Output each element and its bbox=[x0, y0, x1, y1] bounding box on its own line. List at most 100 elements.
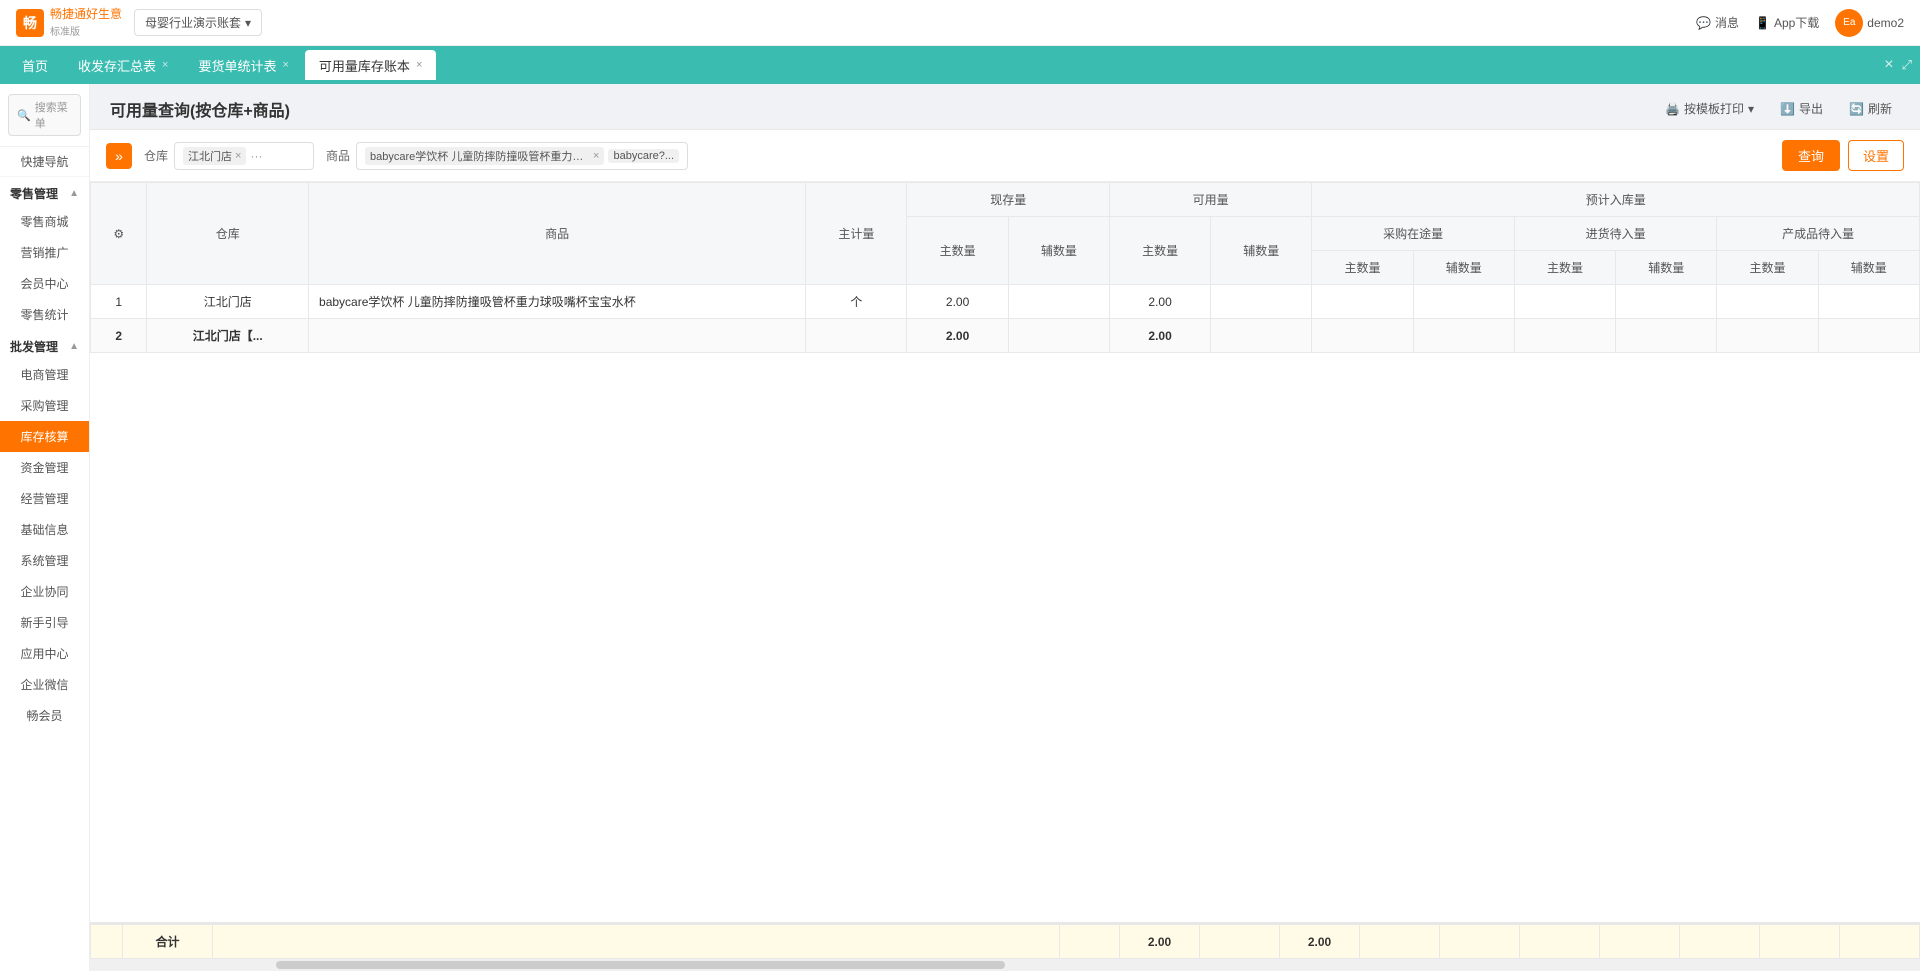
filter-area: » 仓库 江北门店 × ··· 商品 babycare学饮杯 儿童防摔防撞吸管杯… bbox=[90, 130, 1920, 182]
message-action[interactable]: 💬 消息 bbox=[1696, 14, 1739, 31]
logo-area: 畅 畅捷通好生意 标准版 bbox=[16, 7, 122, 38]
tab-receive-close[interactable]: × bbox=[162, 59, 168, 71]
filter-warehouse: 仓库 江北门店 × ··· bbox=[144, 142, 314, 170]
col-incoming-aux-header: 辅数量 bbox=[1616, 251, 1717, 285]
footer-label: 合计 bbox=[123, 925, 213, 959]
sidebar-item-quick-nav[interactable]: 快捷导航 bbox=[0, 147, 89, 177]
top-bar-left: 畅 畅捷通好生意 标准版 母婴行业演示账套 ▾ bbox=[16, 7, 262, 38]
cell-incoming-aux bbox=[1616, 319, 1717, 353]
sidebar-item-ecom[interactable]: 电商管理 bbox=[0, 359, 89, 390]
col-purchase-main-header: 主数量 bbox=[1312, 251, 1413, 285]
col-settings: ⚙ bbox=[91, 183, 147, 285]
sidebar-item-app-center[interactable]: 应用中心 bbox=[0, 638, 89, 669]
sidebar-item-system[interactable]: 系统管理 bbox=[0, 545, 89, 576]
page-header: 可用量查询(按仓库+商品) 🖨️ 按模板打印 ▾ ⬇️ 导出 🔄 刷新 bbox=[90, 84, 1920, 130]
cell-incoming-main bbox=[1514, 319, 1615, 353]
cell-index: 1 bbox=[91, 285, 147, 319]
col-main-unit-header: 主计量 bbox=[806, 183, 907, 285]
avatar: Ea bbox=[1835, 9, 1863, 37]
export-icon: ⬇️ bbox=[1780, 102, 1795, 116]
tenant-selector[interactable]: 母婴行业演示账套 ▾ bbox=[134, 9, 262, 36]
tab-receive[interactable]: 收发存汇总表 × bbox=[64, 50, 182, 80]
refresh-btn[interactable]: 🔄 刷新 bbox=[1841, 96, 1900, 121]
query-button[interactable]: 查询 bbox=[1782, 140, 1840, 171]
chevron-up-icon-2: ▲ bbox=[69, 341, 79, 352]
cell-current-main: 2.00 bbox=[907, 319, 1008, 353]
goods-input[interactable]: babycare学饮杯 儿童防摔防撞吸管杯重力球吸嘴杯宝宝水杯 × babyca… bbox=[356, 142, 688, 170]
chevron-up-icon: ▲ bbox=[69, 188, 79, 199]
logo-text: 畅捷通好生意 bbox=[50, 7, 122, 23]
sidebar: 🔍 搜索菜单 快捷导航 零售管理 ▲ 零售商城 营销推广 会员中心 零售统计 批… bbox=[0, 84, 90, 971]
sidebar-item-retail-mall[interactable]: 零售商城 bbox=[0, 206, 89, 237]
gear-icon[interactable]: ⚙ bbox=[113, 227, 124, 241]
sidebar-item-base[interactable]: 基础信息 bbox=[0, 514, 89, 545]
tab-bar-right: × ⤢ bbox=[1884, 56, 1912, 74]
search-input-trigger[interactable]: 🔍 搜索菜单 bbox=[8, 94, 81, 136]
warehouse-input[interactable]: 江北门店 × ··· bbox=[174, 142, 314, 170]
setting-button[interactable]: 设置 bbox=[1848, 140, 1904, 171]
sidebar-item-ops[interactable]: 经营管理 bbox=[0, 483, 89, 514]
filter-toggle-btn[interactable]: » bbox=[106, 143, 132, 169]
sidebar-item-enterprise[interactable]: 企业协同 bbox=[0, 576, 89, 607]
cell-purchase-aux bbox=[1413, 319, 1514, 353]
col-purchase-aux-header: 辅数量 bbox=[1413, 251, 1514, 285]
print-icon: 🖨️ bbox=[1665, 102, 1680, 116]
sidebar-item-corp-wechat[interactable]: 企业微信 bbox=[0, 669, 89, 700]
horizontal-scrollbar[interactable] bbox=[90, 959, 1920, 971]
app-download-action[interactable]: 📱 App下载 bbox=[1755, 14, 1819, 31]
sidebar-item-member[interactable]: 会员中心 bbox=[0, 268, 89, 299]
export-btn[interactable]: ⬇️ 导出 bbox=[1772, 96, 1831, 121]
sidebar-item-marketing[interactable]: 营销推广 bbox=[0, 237, 89, 268]
cell-current-main: 2.00 bbox=[907, 285, 1008, 319]
message-icon: 💬 bbox=[1696, 16, 1711, 30]
col-production-aux-header: 辅数量 bbox=[1818, 251, 1919, 285]
cell-avail-main: 2.00 bbox=[1109, 285, 1210, 319]
sidebar-item-retail-stats[interactable]: 零售统计 bbox=[0, 299, 89, 330]
cell-current-aux bbox=[1008, 319, 1109, 353]
page-header-actions: 🖨️ 按模板打印 ▾ ⬇️ 导出 🔄 刷新 bbox=[1657, 96, 1900, 121]
sidebar-item-inventory[interactable]: 库存核算 bbox=[0, 421, 89, 452]
tab-available-stock[interactable]: 可用量库存账本 × bbox=[305, 50, 436, 80]
refresh-icon: 🔄 bbox=[1849, 102, 1864, 116]
print-btn[interactable]: 🖨️ 按模板打印 ▾ bbox=[1657, 96, 1762, 121]
sidebar-item-finance[interactable]: 资金管理 bbox=[0, 452, 89, 483]
tab-bar: 首页 收发存汇总表 × 要货单统计表 × 可用量库存账本 × × ⤢ bbox=[0, 46, 1920, 84]
goods-label: 商品 bbox=[326, 147, 350, 164]
tab-home[interactable]: 首页 bbox=[8, 50, 62, 80]
cell-incoming-main bbox=[1514, 285, 1615, 319]
cell-unit bbox=[806, 319, 907, 353]
tab-order-stats[interactable]: 要货单统计表 × bbox=[184, 50, 302, 80]
cell-purchase-main bbox=[1312, 285, 1413, 319]
warehouse-tag-remove[interactable]: × bbox=[235, 150, 241, 162]
table-footer: 合计 2.00 2.00 bbox=[90, 922, 1920, 959]
cell-warehouse: 江北门店【... bbox=[147, 319, 309, 353]
expand-btn[interactable]: ⤢ bbox=[1902, 57, 1912, 73]
sidebar-section-retail[interactable]: 零售管理 ▲ bbox=[0, 177, 89, 206]
sidebar-item-newbie[interactable]: 新手引导 bbox=[0, 607, 89, 638]
top-bar-right: 💬 消息 📱 App下载 Ea demo2 bbox=[1696, 9, 1904, 37]
filter-actions: 查询 设置 bbox=[1782, 140, 1904, 171]
sidebar-item-purchase[interactable]: 采购管理 bbox=[0, 390, 89, 421]
col-available-header: 可用量 bbox=[1109, 183, 1311, 217]
close-all-tabs-btn[interactable]: × bbox=[1884, 56, 1893, 74]
cell-avail-aux bbox=[1211, 285, 1312, 319]
tab-order-stats-close[interactable]: × bbox=[282, 59, 288, 71]
cell-current-aux bbox=[1008, 285, 1109, 319]
user-action[interactable]: Ea demo2 bbox=[1835, 9, 1904, 37]
chevron-down-icon: ▾ bbox=[245, 16, 251, 30]
goods-tag-0-remove[interactable]: × bbox=[593, 150, 599, 162]
warehouse-ellipsis[interactable]: ··· bbox=[250, 149, 262, 163]
cell-index: 2 bbox=[91, 319, 147, 353]
cell-purchase-main bbox=[1312, 319, 1413, 353]
cell-incoming-aux bbox=[1616, 285, 1717, 319]
sidebar-search-area[interactable]: 🔍 搜索菜单 bbox=[0, 84, 89, 147]
cell-unit: 个 bbox=[806, 285, 907, 319]
sidebar-item-vip[interactable]: 畅会员 bbox=[0, 700, 89, 731]
col-current-main-header: 主数量 bbox=[907, 217, 1008, 285]
cell-goods bbox=[309, 319, 806, 353]
sidebar-section-wholesale[interactable]: 批发管理 ▲ bbox=[0, 330, 89, 359]
cell-production-main bbox=[1717, 285, 1818, 319]
cell-warehouse: 江北门店 bbox=[147, 285, 309, 319]
tab-available-stock-close[interactable]: × bbox=[416, 59, 422, 71]
scroll-thumb[interactable] bbox=[276, 961, 1005, 969]
